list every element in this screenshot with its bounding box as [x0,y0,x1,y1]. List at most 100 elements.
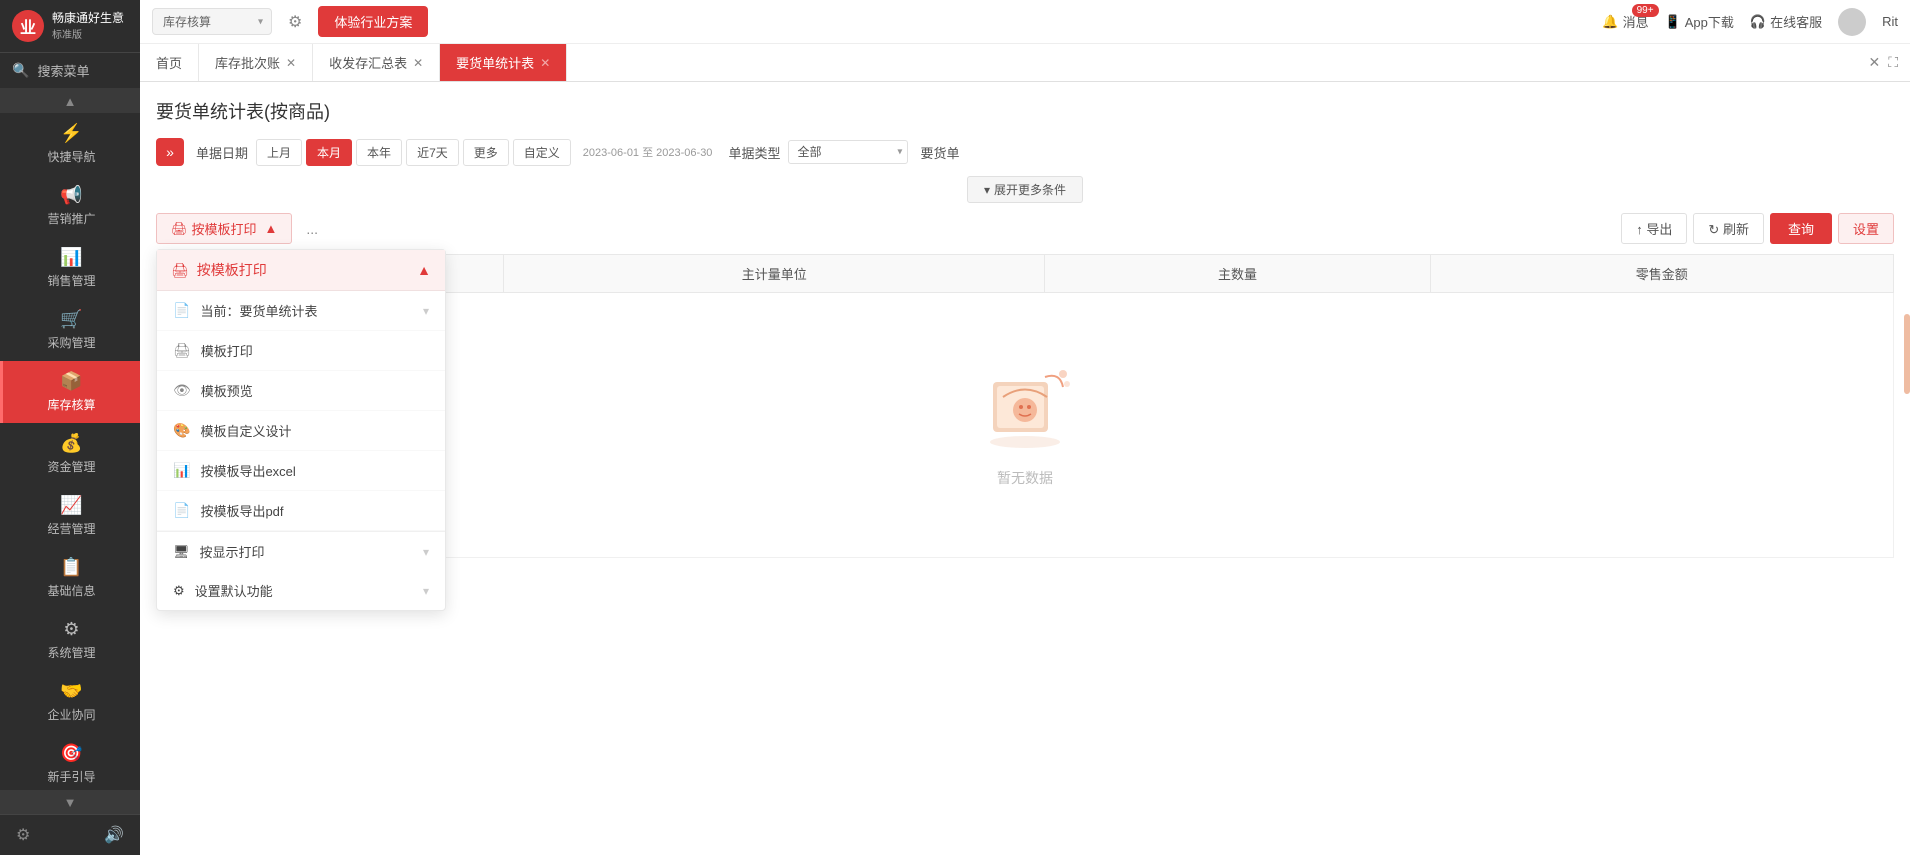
dropdown-close-icon[interactable]: ▲ [417,262,431,278]
dropdown-current-item[interactable]: 📄 当前：要货单统计表 ▾ [157,291,445,331]
date-btn-this-month[interactable]: 本月 [306,139,352,166]
dropdown-display-print[interactable]: 🖥 按显示打印 ▾ [157,532,445,571]
topbar-gear-icon[interactable]: ⚙ [280,12,310,32]
scrollbar-thumb[interactable] [1904,314,1910,394]
expand-more-row: ▾ 展开更多条件 [156,176,1894,203]
template-print-icon: 🖨 [173,342,191,359]
operations-icon: 📈 [60,495,82,516]
bell-icon: 🔔 [1602,14,1618,30]
search-icon: 🔍 [12,62,29,79]
sidebar-logo: 业 畅康通好生意 标准版 [0,0,140,53]
sidebar-item-system[interactable]: ⚙ 系统管理 [0,609,140,671]
settings-icon[interactable]: ⚙ [16,825,30,845]
dropdown-template-design[interactable]: 🎨 模板自定义设计 [157,411,445,451]
window-maximize-icon[interactable]: ⛶ [1888,54,1898,71]
sidebar-item-marketing[interactable]: 📢 营销推广 [0,175,140,237]
content-area: 要货单统计表(按商品) » 单据日期 上月 本月 本年 近7天 更多 自定义 2… [140,82,1910,855]
sidebar-item-operations[interactable]: 📈 经营管理 [0,485,140,547]
sidebar-item-enterprise-label: 企业协同 [47,706,95,723]
avatar[interactable] [1838,8,1866,36]
date-btn-more[interactable]: 更多 [463,139,509,166]
sidebar-item-quick-nav[interactable]: ⚡ 快捷导航 [0,113,140,175]
tab-home[interactable]: 首页 [140,44,199,81]
set-default-label: 设置默认功能 [195,581,273,600]
empty-text: 暂无数据 [997,468,1053,488]
dropdown-printer-icon: 🖨 [171,262,189,279]
export-excel-icon: 📊 [173,462,190,479]
toolbar: 🖨 按模板打印 ▲ ... ↑ 导出 ↻ 刷新 查询 设置 [156,213,1894,244]
refresh-btn[interactable]: ↻ 刷新 [1693,213,1764,244]
speaker-icon[interactable]: 🔊 [104,825,124,845]
sidebar-scroll-down[interactable]: ▼ [0,790,140,814]
tab-order-stats[interactable]: 要货单统计表 ✕ [440,44,567,81]
export-pdf-label: 按模板导出pdf [200,501,283,520]
col-retail-amount: 零售金额 [1430,255,1893,293]
col-quantity: 主数量 [1045,255,1430,293]
tab-batch-account-close[interactable]: ✕ [286,56,296,70]
sidebar-item-guide-label: 新手引导 [47,768,95,785]
tab-home-label: 首页 [156,53,182,72]
print-btn[interactable]: 🖨 按模板打印 ▲ [156,213,292,244]
dropdown-export-pdf[interactable]: 📄 按模板导出pdf [157,491,445,531]
export-label: 导出 [1646,222,1672,237]
col-unit: 主计量单位 [503,255,1045,293]
tab-order-stats-close[interactable]: ✕ [540,56,550,70]
order-dest-label: 要货单 [920,143,959,162]
inventory-icon: 📦 [60,371,82,392]
dropdown-set-default[interactable]: ⚙ 设置默认功能 ▾ [157,571,445,610]
sidebar-item-sales[interactable]: 📊 销售管理 [0,237,140,299]
tab-receipt-summary[interactable]: 收发存汇总表 ✕ [313,44,440,81]
dropdown-export-excel[interactable]: 📊 按模板导出excel [157,451,445,491]
dropdown-template-preview[interactable]: 👁 模板预览 [157,371,445,411]
current-template-arrow-icon: ▾ [423,304,429,318]
sidebar-item-inventory[interactable]: 📦 库存核算 [0,361,140,423]
sales-icon: 📊 [60,247,82,268]
dropdown-title-text: 按模板打印 [197,260,267,280]
app-name: 畅康通好生意 [52,11,124,27]
dropdown-header: 🖨 按模板打印 ▲ [157,250,445,291]
settings-btn[interactable]: 设置 [1838,213,1894,244]
sidebar-item-basics-label: 基础信息 [47,582,95,599]
sidebar-item-marketing-label: 营销推广 [47,210,95,227]
empty-state-illustration [975,362,1075,452]
query-btn[interactable]: 查询 [1770,213,1832,244]
breadcrumb[interactable]: 库存核算 ▾ [152,8,272,35]
sidebar-item-basics[interactable]: 📋 基础信息 [0,547,140,609]
tabs-bar: 首页 库存批次账 ✕ 收发存汇总表 ✕ 要货单统计表 ✕ ✕ ⛶ [140,44,1910,82]
sidebar-item-finance[interactable]: 💰 资金管理 [0,423,140,485]
order-type-select[interactable]: 全部 [788,140,908,164]
sidebar-item-finance-label: 资金管理 [47,458,95,475]
date-btn-custom[interactable]: 自定义 [513,139,571,166]
date-btn-this-year[interactable]: 本年 [356,139,402,166]
app-version: 标准版 [52,26,124,41]
basics-icon: 📋 [60,557,82,578]
sidebar-item-purchase[interactable]: 🛒 采购管理 [0,299,140,361]
dropdown-template-print[interactable]: 🖨 模板打印 [157,331,445,371]
sidebar-item-enterprise[interactable]: 🤝 企业协同 [0,671,140,733]
page-container: 要货单统计表(按商品) » 单据日期 上月 本月 本年 近7天 更多 自定义 2… [140,82,1910,855]
app-download-item[interactable]: 📱 App下载 [1665,12,1734,31]
sidebar-scroll-up[interactable]: ▲ [0,89,140,113]
notifications-item[interactable]: 🔔 消息 99+ [1602,12,1648,31]
sidebar-item-guide[interactable]: 🎯 新手引导 [0,733,140,790]
search-menu-label: 搜索菜单 [37,61,89,80]
expand-more-btn[interactable]: ▾ 展开更多条件 [967,176,1083,203]
date-btn-last-month[interactable]: 上月 [256,139,302,166]
search-menu-item[interactable]: 🔍 搜索菜单 [0,53,140,89]
refresh-icon: ↻ [1708,222,1719,237]
online-service-item[interactable]: 🎧 在线客服 [1750,12,1822,31]
sidebar-item-purchase-label: 采购管理 [47,334,95,351]
trial-btn[interactable]: 体验行业方案 [318,6,428,37]
tab-batch-account[interactable]: 库存批次账 ✕ [199,44,313,81]
export-excel-label: 按模板导出excel [200,461,295,480]
more-btn[interactable]: ... [300,217,324,241]
breadcrumb-text: 库存核算 [163,15,211,29]
export-btn[interactable]: ↑ 导出 [1621,213,1687,244]
display-print-icon: 🖥 [173,544,190,560]
date-btn-7days[interactable]: 近7天 [406,139,459,166]
window-close-icon[interactable]: ✕ [1868,54,1880,71]
sidebar: 业 畅康通好生意 标准版 🔍 搜索菜单 ▲ ⚡ 快捷导航 📢 营销推广 📊 销售… [0,0,140,855]
download-icon: 📱 [1665,14,1681,30]
filter-expand-btn[interactable]: » [156,138,184,166]
tab-receipt-summary-close[interactable]: ✕ [413,56,423,70]
